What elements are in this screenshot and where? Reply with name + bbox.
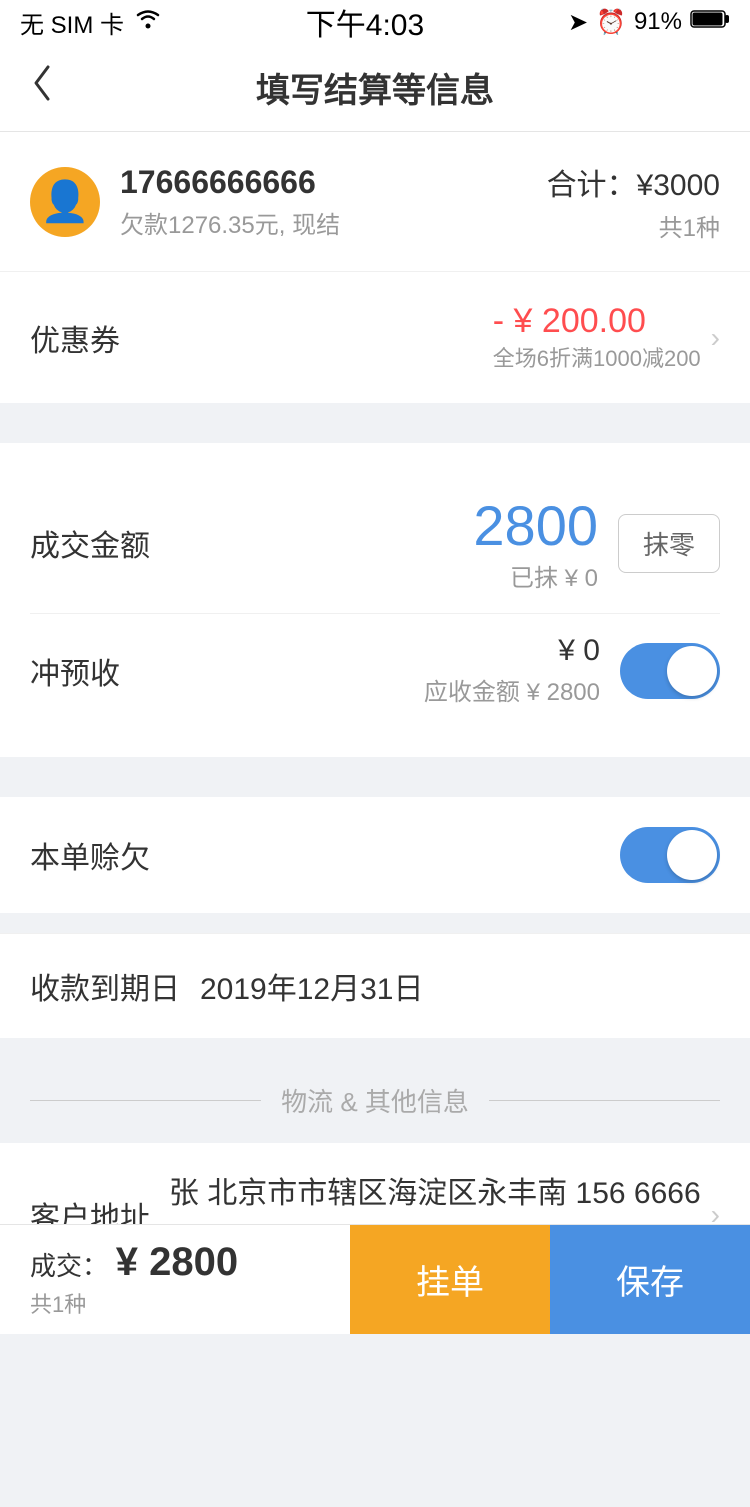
debt-toggle-knob — [667, 830, 717, 880]
debt-section: 本单赊欠 — [0, 797, 750, 913]
battery-percent: 91% — [634, 8, 682, 36]
deal-amount-label: 成交金额 — [30, 521, 150, 565]
coupon-right: - ¥ 200.00 全场6折满1000减200 › — [493, 302, 720, 373]
location-icon: ➤ — [568, 8, 588, 37]
bottom-deal-amount: ¥ 2800 — [116, 1240, 238, 1284]
duedate-label: 收款到期日 — [30, 964, 180, 1008]
logistics-label: 物流 & 其他信息 — [281, 1082, 469, 1119]
duedate-section: 收款到期日 2019年12月31日 — [0, 933, 750, 1038]
coupon-chevron: › — [711, 322, 720, 354]
customer-phone: 17666666666 — [120, 164, 340, 201]
nav-bar: 填写结算等信息 — [0, 44, 750, 132]
prepay-toggle[interactable] — [620, 643, 720, 699]
total-amount: 合计：¥3000 — [547, 160, 720, 204]
customer-left: 👤 17666666666 欠款1276.35元, 现结 — [30, 164, 340, 240]
debt-toggle[interactable] — [620, 827, 720, 883]
customer-details: 17666666666 欠款1276.35元, 现结 — [120, 164, 340, 240]
bottom-spacer — [0, 1307, 750, 1507]
logistics-divider: 物流 & 其他信息 — [0, 1058, 750, 1143]
deal-amount-right: 2800 已抹 ¥ 0 抹零 — [473, 493, 720, 593]
prepay-right: ¥ 0 应收金额 ¥ 2800 — [424, 634, 720, 707]
coupon-row[interactable]: 优惠券 - ¥ 200.00 全场6折满1000减200 › — [0, 271, 750, 403]
debt-label: 本单赊欠 — [30, 833, 150, 877]
pending-button[interactable]: 挂单 — [350, 1225, 550, 1334]
deal-amount-row: 成交金额 2800 已抹 ¥ 0 抹零 — [30, 473, 720, 613]
alarm-icon: ⏰ — [596, 8, 626, 37]
customer-info-section: 👤 17666666666 欠款1276.35元, 现结 合计：¥3000 共1… — [0, 132, 750, 271]
divider-2 — [0, 757, 750, 777]
status-right: ➤ ⏰ 91% — [568, 8, 730, 37]
divider-1 — [0, 423, 750, 443]
no-sim-text: 无 SIM 卡 — [20, 5, 124, 40]
duedate-value: 2019年12月31日 — [200, 964, 423, 1008]
total-count: 共1种 — [547, 208, 720, 243]
status-time: 下午4:03 — [306, 0, 424, 44]
bottom-deal-line: 成交： ¥ 2800 — [30, 1240, 320, 1285]
coupon-label: 优惠券 — [30, 316, 120, 360]
prepay-row: 冲预收 ¥ 0 应收金额 ¥ 2800 — [30, 613, 720, 727]
prepay-sub: 应收金额 ¥ 2800 — [424, 672, 600, 707]
bottom-deal-label: 成交： — [30, 1251, 108, 1281]
bottom-bar: 成交： ¥ 2800 共1种 挂单 保存 — [0, 1224, 750, 1334]
status-bar: 无 SIM 卡 下午4:03 ➤ ⏰ 91% — [0, 0, 750, 44]
avatar-icon: 👤 — [40, 178, 90, 225]
prepay-amount: ¥ 0 应收金额 ¥ 2800 — [424, 634, 600, 707]
prepay-value: ¥ 0 — [424, 634, 600, 668]
deal-amount-sub: 已抹 ¥ 0 — [473, 558, 598, 593]
status-left: 无 SIM 卡 — [20, 5, 162, 40]
divider-line-left — [30, 1100, 261, 1101]
coupon-section[interactable]: 优惠券 - ¥ 200.00 全场6折满1000减200 › — [0, 271, 750, 403]
divider-line-right — [489, 1100, 720, 1101]
round-button[interactable]: 抹零 — [618, 514, 720, 573]
avatar: 👤 — [30, 167, 100, 237]
coupon-discount: - ¥ 200.00 — [493, 302, 701, 341]
coupon-description: 全场6折满1000减200 — [493, 341, 701, 373]
customer-total: 合计：¥3000 共1种 — [547, 160, 720, 243]
prepay-label: 冲预收 — [30, 649, 120, 693]
page-title: 填写结算等信息 — [256, 63, 494, 112]
battery-icon — [690, 8, 730, 36]
deal-amount-value: 2800 — [473, 493, 598, 558]
toggle-knob — [667, 646, 717, 696]
save-button[interactable]: 保存 — [550, 1225, 750, 1334]
bottom-deal-count: 共1种 — [30, 1287, 320, 1319]
customer-subtext: 欠款1276.35元, 现结 — [120, 205, 340, 240]
bottom-summary: 成交： ¥ 2800 共1种 — [0, 1225, 350, 1334]
wifi-icon — [134, 8, 162, 36]
back-button[interactable] — [30, 63, 54, 112]
duedate-row: 收款到期日 2019年12月31日 — [30, 964, 720, 1008]
deal-section: 成交金额 2800 已抹 ¥ 0 抹零 冲预收 ¥ 0 应收金额 ¥ 2800 — [0, 443, 750, 757]
